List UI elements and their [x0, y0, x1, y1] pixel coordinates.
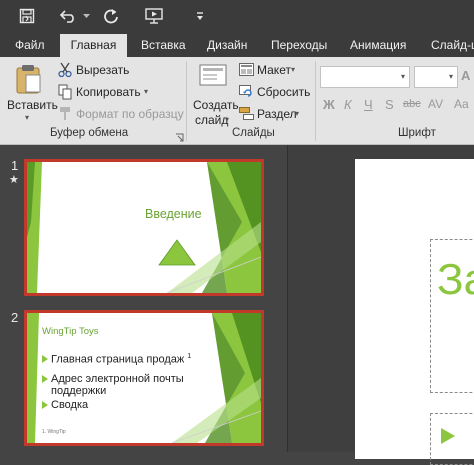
font-name-dropdown-icon: ▾	[401, 72, 406, 81]
redo-icon[interactable]	[100, 5, 122, 27]
scissors-icon	[58, 62, 72, 83]
tab-design[interactable]: Дизайн	[207, 34, 247, 57]
clipboard-group-label: Буфер обмена	[50, 127, 129, 139]
character-spacing-button[interactable]: AV	[428, 97, 443, 111]
tab-file[interactable]: Файл	[15, 34, 45, 57]
paste-label: Вставить	[7, 98, 58, 112]
new-slide-label-2: слайд	[195, 113, 229, 127]
animation-star-icon: ★	[9, 174, 19, 186]
paste-icon	[15, 63, 43, 100]
save-icon[interactable]	[16, 5, 38, 27]
font-group-label: Шрифт	[398, 127, 436, 139]
slide-number: 2	[11, 310, 19, 325]
layout-label: Макет	[257, 63, 291, 77]
section-icon	[239, 107, 254, 125]
main-slide-title: За	[437, 255, 474, 304]
section-label: Раздел	[257, 107, 297, 121]
layout-icon	[239, 63, 254, 81]
present-from-start-icon[interactable]	[143, 5, 165, 27]
slide-1-decoration	[27, 162, 261, 293]
copy-label: Копировать	[76, 85, 141, 99]
tab-slideshow[interactable]: Слайд-ш	[431, 34, 474, 57]
new-slide-dropdown-icon: ▾	[225, 115, 230, 124]
strikethrough-button[interactable]: abc	[403, 98, 421, 110]
group-separator	[186, 61, 187, 141]
font-size-dropdown-icon: ▾	[449, 72, 454, 81]
paste-button[interactable]: Вставить ▾	[5, 61, 58, 122]
font-name-combobox[interactable]: ▾	[320, 66, 410, 88]
slide-2-bullet-2: Адрес электронной почты поддержки	[51, 373, 184, 397]
shadow-button[interactable]: S	[385, 97, 394, 112]
bullet-arrow-icon	[441, 428, 455, 444]
group-separator	[315, 61, 316, 141]
tab-animations[interactable]: Анимация	[350, 34, 406, 57]
slide-2-footnote: 1. WingTip	[42, 429, 66, 435]
tab-insert[interactable]: Вставка	[141, 34, 186, 57]
footnote-marker: 1	[187, 353, 192, 360]
reset-icon	[239, 85, 254, 103]
bullet-text: Главная страница продаж	[51, 353, 185, 366]
ribbon-tabs: Файл Главная Вставка Дизайн Переходы Ани…	[0, 34, 474, 57]
new-slide-button[interactable]: Создать слайд ▾	[191, 61, 239, 127]
reset-button[interactable]: Сбросить	[239, 84, 315, 102]
slide-thumbnail-1[interactable]: Введение	[24, 159, 264, 296]
new-slide-icon	[199, 63, 227, 96]
slides-group-label: Слайды	[232, 127, 275, 139]
underline-button[interactable]: Ч	[364, 97, 373, 112]
slide-number: 1	[11, 158, 19, 173]
copy-dropdown-icon: ▾	[144, 87, 149, 96]
bold-button[interactable]: Ж	[323, 97, 335, 112]
slide-editing-pane: За	[288, 145, 474, 465]
customize-qat-icon[interactable]	[192, 5, 208, 27]
title-bar	[0, 0, 474, 34]
reset-label: Сбросить	[257, 85, 311, 99]
grow-font-button[interactable]: A	[461, 68, 470, 83]
slide-2-bullet-1: Главная страница продаж 1	[51, 353, 191, 366]
new-slide-label-1: Создать	[193, 98, 239, 112]
current-slide-canvas[interactable]: За	[355, 159, 474, 465]
paste-dropdown-icon: ▾	[25, 113, 30, 122]
italic-button[interactable]: К	[344, 97, 352, 112]
slide-2-title: WingTip Toys	[42, 326, 99, 337]
copy-button[interactable]: Копировать ▾	[58, 84, 183, 102]
tab-transitions[interactable]: Переходы	[271, 34, 327, 57]
format-painter-label: Формат по образцу	[76, 107, 184, 121]
cut-label: Вырезать	[76, 63, 130, 77]
brush-icon	[58, 106, 72, 127]
section-button[interactable]: Раздел ▾	[239, 106, 315, 124]
slide-thumbnail-pane: 1 ★ Введение 2 WingTip Toys Главная стра…	[0, 145, 287, 452]
layout-dropdown-icon: ▾	[291, 65, 296, 74]
slide-2-bullet-3: Сводка	[51, 399, 89, 411]
copy-icon	[58, 84, 72, 105]
tab-home[interactable]: Главная	[60, 34, 127, 57]
format-painter-button[interactable]: Формат по образцу	[58, 106, 184, 127]
section-dropdown-icon: ▾	[295, 109, 300, 118]
clipboard-launcher-icon[interactable]	[175, 129, 184, 144]
ribbon-home: Вставить ▾ Вырезать Копировать ▾ Формат …	[0, 57, 474, 145]
slide-thumbnail-2[interactable]: WingTip Toys Главная страница продаж 1 А…	[24, 310, 264, 446]
cut-button[interactable]: Вырезать	[58, 62, 183, 80]
change-case-button[interactable]: Aa	[454, 97, 469, 111]
layout-button[interactable]: Макет ▾	[239, 62, 315, 80]
font-size-combobox[interactable]: ▾	[414, 66, 458, 88]
undo-dropdown-icon[interactable]	[81, 5, 91, 27]
undo-icon[interactable]	[56, 5, 80, 27]
slide-1-title: Введение	[145, 207, 202, 221]
